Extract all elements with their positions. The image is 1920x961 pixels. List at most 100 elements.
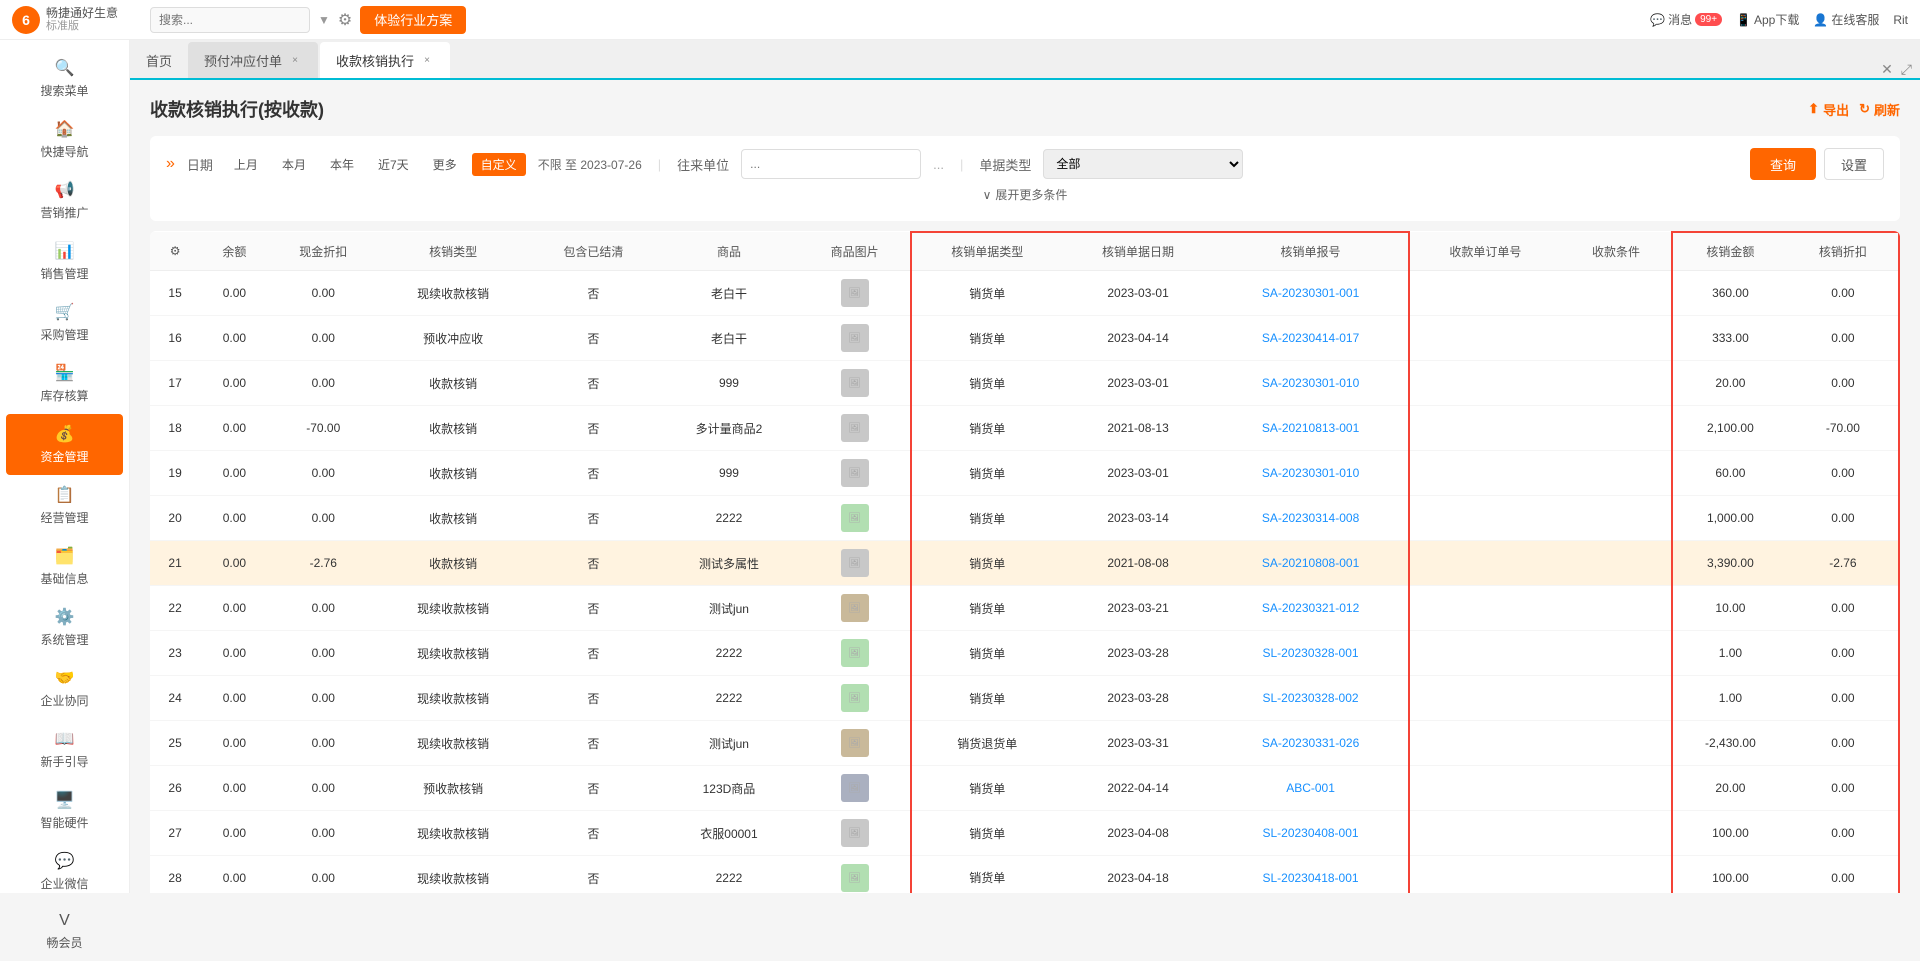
- cell-product-img: 🖼: [800, 271, 911, 316]
- tab-prepay[interactable]: 预付冲应付单 ×: [188, 42, 318, 78]
- tab-prepay-close[interactable]: ×: [288, 53, 302, 67]
- tab-actions: ✕ ⤢: [1873, 61, 1920, 78]
- dropdown-arrow-icon[interactable]: ▼: [318, 13, 330, 27]
- cell-rownum: 18: [150, 406, 200, 451]
- date-btn-7days[interactable]: 近7天: [369, 153, 418, 176]
- sidebar-item-guide[interactable]: 📖 新手引导: [0, 719, 129, 780]
- writeoff-no-link[interactable]: SL-20230328-002: [1262, 691, 1358, 705]
- cell-cash-discount: -70.00: [269, 406, 378, 451]
- cell-writeoff-no: ABC-001: [1213, 766, 1409, 811]
- sidebar-item-member[interactable]: V 畅会员: [0, 902, 129, 961]
- search-input[interactable]: [150, 7, 310, 33]
- date-range-display: 不限 至 2023-07-26: [538, 156, 642, 173]
- query-button[interactable]: 查询: [1750, 148, 1816, 180]
- sidebar-item-sales[interactable]: 📊 销售管理: [0, 231, 129, 292]
- tab-close-all-icon[interactable]: ✕: [1881, 61, 1893, 78]
- logo-area: 6 畅捷通好生意 标准版: [12, 6, 142, 34]
- writeoff-no-link[interactable]: ABC-001: [1286, 781, 1335, 795]
- sidebar-item-finance[interactable]: 💰 资金管理: [6, 414, 123, 475]
- writeoff-no-link[interactable]: SA-20230321-012: [1262, 601, 1359, 615]
- sidebar-item-inventory[interactable]: 🏪 库存核算: [0, 353, 129, 414]
- cell-writeoff-no: SA-20230301-010: [1213, 451, 1409, 496]
- app-download-item[interactable]: 📱 App下载: [1736, 11, 1799, 28]
- tab-home[interactable]: 首页: [130, 42, 188, 78]
- sidebar-item-system[interactable]: ⚙️ 系统管理: [0, 597, 129, 658]
- cell-writeoff-amount: 333.00: [1672, 316, 1788, 361]
- support-icon: 👤: [1813, 13, 1828, 27]
- partner-input[interactable]: [741, 149, 921, 179]
- cell-writeoff-amount: 20.00: [1672, 766, 1788, 811]
- writeoff-no-link[interactable]: SL-20230408-001: [1262, 826, 1358, 840]
- sidebar-item-hardware[interactable]: 🖥️ 智能硬件: [0, 780, 129, 841]
- product-thumb: 🖼: [841, 279, 869, 307]
- product-thumb: 🖼: [841, 324, 869, 352]
- sidebar-item-basic[interactable]: 🗂️ 基础信息: [0, 536, 129, 597]
- cell-writeoff-voucher-type: 销货单: [911, 811, 1063, 856]
- cell-balance: 0.00: [200, 541, 268, 586]
- th-settings[interactable]: ⚙: [150, 232, 200, 271]
- cell-include-settled: 否: [528, 676, 658, 721]
- cell-writeoff-voucher-type: 销货退货单: [911, 721, 1063, 766]
- writeoff-no-link[interactable]: SL-20230418-001: [1262, 871, 1358, 885]
- cell-writeoff-no: SA-20210813-001: [1213, 406, 1409, 451]
- expand-arrow-btn[interactable]: »: [166, 155, 175, 173]
- writeoff-no-link[interactable]: SA-20230301-001: [1262, 286, 1359, 300]
- cell-product-img: 🖼: [800, 406, 911, 451]
- tab-collection[interactable]: 收款核销执行 ×: [320, 42, 450, 78]
- writeoff-no-link[interactable]: SL-20230328-001: [1262, 646, 1358, 660]
- writeoff-no-link[interactable]: SA-20230301-010: [1262, 376, 1359, 390]
- cell-writeoff-type: 现续收款核销: [378, 811, 528, 856]
- cell-writeoff-no: SA-20230331-026: [1213, 721, 1409, 766]
- top-bar: 6 畅捷通好生意 标准版 ▼ ⚙ 体验行业方案 💬 消息 99+ 📱 App下载…: [0, 0, 1920, 40]
- product-thumb: 🖼: [841, 819, 869, 847]
- industry-btn[interactable]: 体验行业方案: [360, 6, 466, 34]
- date-btn-more[interactable]: 更多: [424, 153, 466, 176]
- voucher-type-select[interactable]: 全部 销货单: [1043, 149, 1243, 179]
- setting-button[interactable]: 设置: [1824, 148, 1884, 180]
- sidebar-item-operation[interactable]: 📋 经营管理: [0, 475, 129, 536]
- cell-include-settled: 否: [528, 721, 658, 766]
- sidebar-item-label: 快捷导航: [40, 143, 88, 160]
- tab-collection-close[interactable]: ×: [420, 53, 434, 67]
- user-avatar[interactable]: Rit: [1893, 13, 1908, 27]
- cell-receipt-order-no: [1409, 271, 1561, 316]
- writeoff-no-link[interactable]: SA-20210813-001: [1262, 421, 1359, 435]
- table-row: 19 0.00 0.00 收款核销 否 999 🖼 销货单 2023-03-01…: [150, 451, 1899, 496]
- date-btn-custom[interactable]: 自定义: [472, 153, 526, 176]
- sidebar-item-purchase[interactable]: 🛒 采购管理: [0, 292, 129, 353]
- writeoff-no-link[interactable]: SA-20230301-010: [1262, 466, 1359, 480]
- home-icon: 🏠: [55, 119, 75, 139]
- tab-expand-icon[interactable]: ⤢: [1901, 61, 1912, 78]
- online-support-item[interactable]: 👤 在线客服: [1813, 11, 1879, 28]
- date-btn-this-month[interactable]: 本月: [273, 153, 315, 176]
- cell-writeoff-discount: 0.00: [1788, 766, 1899, 811]
- sidebar-item-label: 营销推广: [40, 204, 88, 221]
- cell-writeoff-type: 收款核销: [378, 451, 528, 496]
- tab-collection-label: 收款核销执行: [336, 51, 414, 70]
- cell-rownum: 27: [150, 811, 200, 856]
- export-btn[interactable]: ⬆ 导出: [1808, 100, 1849, 119]
- cell-rownum: 20: [150, 496, 200, 541]
- sidebar-item-marketing[interactable]: 📢 营销推广: [0, 170, 129, 231]
- message-icon: 💬: [1650, 13, 1665, 27]
- cell-include-settled: 否: [528, 541, 658, 586]
- sidebar-item-quicknav[interactable]: 🏠 快捷导航: [0, 109, 129, 170]
- refresh-btn[interactable]: ↻ 刷新: [1859, 100, 1900, 119]
- cell-receipt-condition: [1561, 721, 1672, 766]
- cell-include-settled: 否: [528, 496, 658, 541]
- cell-writeoff-date: 2021-08-08: [1063, 541, 1213, 586]
- writeoff-no-link[interactable]: SA-20230414-017: [1262, 331, 1359, 345]
- sidebar-item-search[interactable]: 🔍 搜索菜单: [0, 48, 129, 109]
- message-item[interactable]: 💬 消息 99+: [1650, 11, 1722, 28]
- date-btn-last-month[interactable]: 上月: [225, 153, 267, 176]
- sidebar-item-corp[interactable]: 🤝 企业协同: [0, 658, 129, 719]
- expand-more-btn[interactable]: ∨ 展开更多条件: [166, 180, 1884, 209]
- date-btn-this-year[interactable]: 本年: [321, 153, 363, 176]
- writeoff-no-link[interactable]: SA-20230314-008: [1262, 511, 1359, 525]
- cell-receipt-condition: [1561, 541, 1672, 586]
- cell-rownum: 26: [150, 766, 200, 811]
- writeoff-no-link[interactable]: SA-20210808-001: [1262, 556, 1359, 570]
- writeoff-no-link[interactable]: SA-20230331-026: [1262, 736, 1359, 750]
- gear-icon[interactable]: ⚙: [338, 10, 352, 30]
- sidebar-item-label: 畅会员: [46, 934, 82, 951]
